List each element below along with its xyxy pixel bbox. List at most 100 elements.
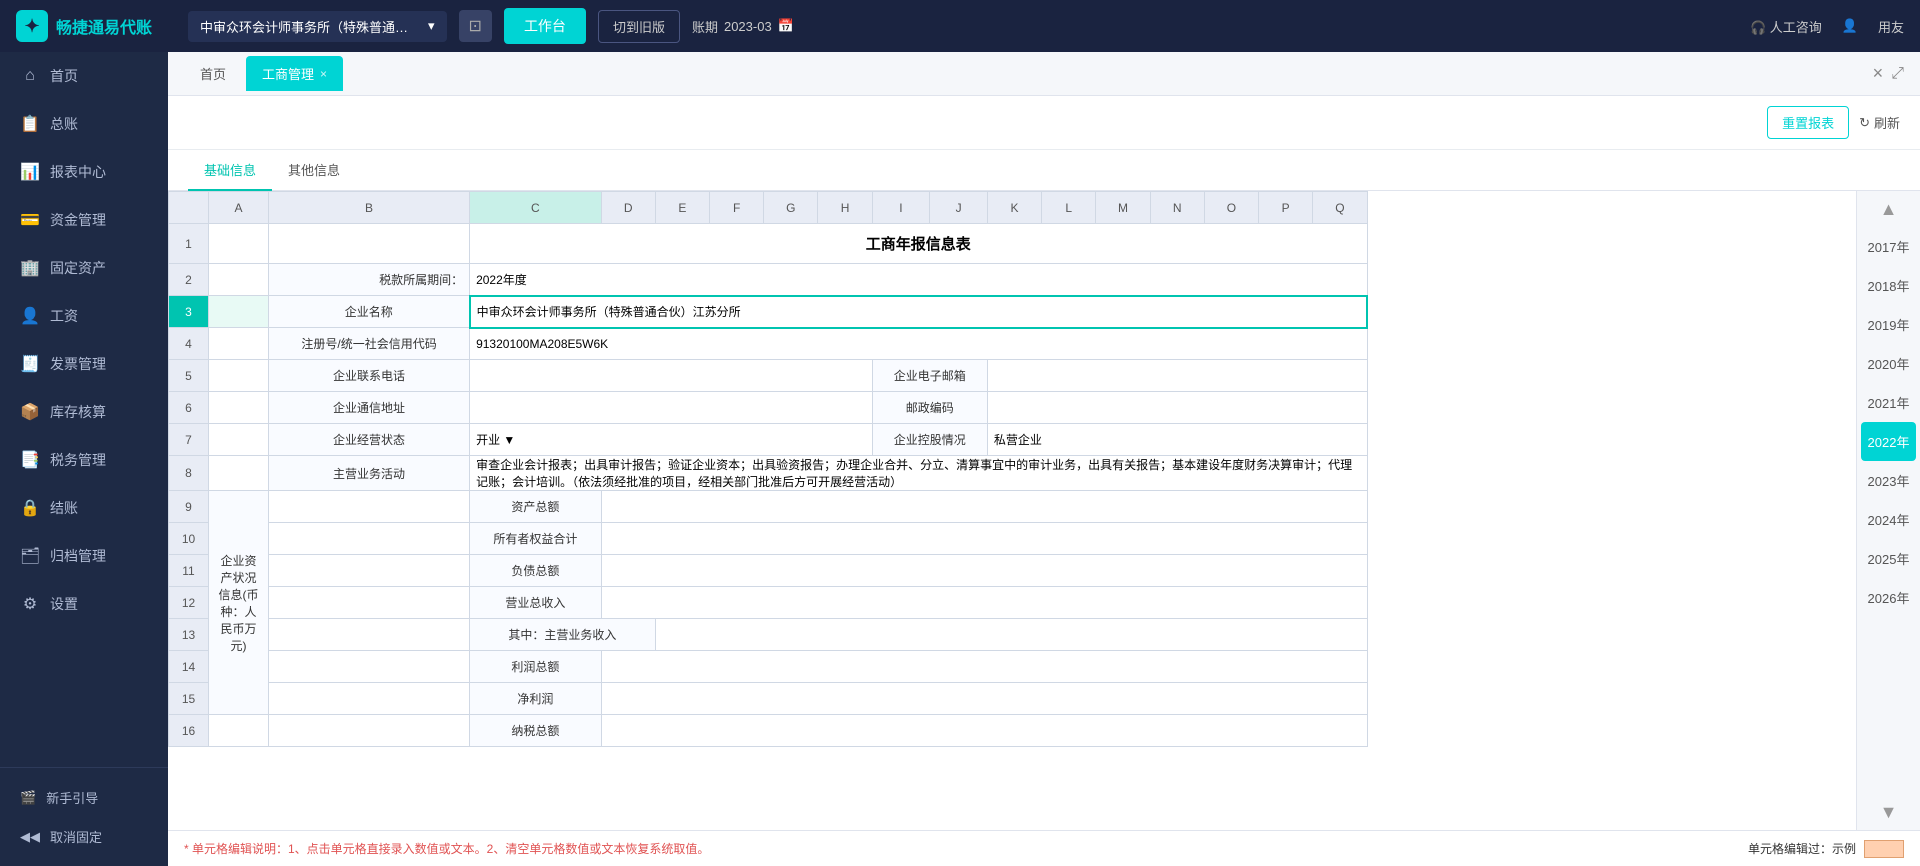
col-header-k[interactable]: K	[987, 192, 1041, 224]
sidebar-item-inventory[interactable]: 📦 库存核算	[0, 388, 168, 436]
year-item-2024[interactable]: 2024年	[1857, 500, 1920, 539]
col-header-b[interactable]: B	[269, 192, 470, 224]
old-version-button[interactable]: 切到旧版	[598, 10, 680, 43]
table-cell[interactable]	[601, 587, 1367, 619]
company-selector[interactable]: 中审众环会计师事务所（特殊普通合伙... ▾	[188, 11, 447, 42]
table-cell[interactable]	[269, 523, 470, 555]
table-cell[interactable]: 主营业务活动	[269, 456, 470, 491]
refresh-button[interactable]: ↻ 刷新	[1859, 113, 1900, 132]
table-cell[interactable]	[209, 715, 269, 747]
sidebar-item-unpin[interactable]: ◀◀ 取消固定	[0, 817, 168, 856]
year-down-button[interactable]: ▼	[1857, 794, 1920, 830]
col-header-c[interactable]: C	[470, 192, 602, 224]
col-header-a[interactable]: A	[209, 192, 269, 224]
table-cell[interactable]: 利润总额	[470, 651, 602, 683]
year-item-2018[interactable]: 2018年	[1857, 266, 1920, 305]
year-up-button[interactable]: ▲	[1857, 191, 1920, 227]
sidebar-item-tax[interactable]: 📑 税务管理	[0, 436, 168, 484]
table-cell[interactable]: 邮政编码	[872, 392, 987, 424]
table-cell[interactable]	[601, 715, 1367, 747]
table-cell[interactable]: 所有者权益合计	[470, 523, 602, 555]
table-cell[interactable]	[470, 392, 873, 424]
table-cell[interactable]: 企业经营状态	[269, 424, 470, 456]
sidebar-item-newbie[interactable]: 🎬 新手引导	[0, 778, 168, 817]
table-cell[interactable]	[601, 651, 1367, 683]
table-cell[interactable]	[209, 296, 269, 328]
table-cell[interactable]	[209, 360, 269, 392]
year-item-2019[interactable]: 2019年	[1857, 305, 1920, 344]
table-cell[interactable]	[269, 555, 470, 587]
table-cell[interactable]	[209, 328, 269, 360]
year-item-2022[interactable]: 2022年	[1861, 422, 1916, 461]
table-cell[interactable]	[269, 491, 470, 523]
year-item-2023[interactable]: 2023年	[1857, 461, 1920, 500]
table-cell[interactable]: 其中：主营业务收入	[470, 619, 656, 651]
table-cell[interactable]	[269, 683, 470, 715]
col-header-n[interactable]: N	[1150, 192, 1204, 224]
year-item-2026[interactable]: 2026年	[1857, 578, 1920, 617]
year-item-2020[interactable]: 2020年	[1857, 344, 1920, 383]
col-header-m[interactable]: M	[1096, 192, 1150, 224]
table-cell[interactable]	[269, 587, 470, 619]
reset-report-button[interactable]: 重置报表	[1767, 106, 1849, 139]
table-cell[interactable]	[209, 456, 269, 491]
table-cell[interactable]	[209, 424, 269, 456]
window-maximize-button[interactable]: ⤢	[1891, 65, 1904, 83]
table-cell[interactable]: 2022年度	[470, 264, 1367, 296]
calendar-icon[interactable]: 📅	[778, 18, 794, 34]
col-header-o[interactable]: O	[1204, 192, 1258, 224]
table-cell[interactable]: 企业电子邮箱	[872, 360, 987, 392]
table-cell[interactable]	[209, 264, 269, 296]
table-cell[interactable]: 审查企业会计报表；出具审计报告；验证企业资本；出具验资报告；办理企业合并、分立、…	[470, 456, 1367, 491]
table-cell[interactable]	[470, 360, 873, 392]
table-cell[interactable]	[601, 491, 1367, 523]
sidebar-item-fund[interactable]: 💳 资金管理	[0, 196, 168, 244]
table-cell[interactable]: 资产总额	[470, 491, 602, 523]
sub-tab-basic[interactable]: 基础信息	[188, 150, 272, 191]
col-header-i[interactable]: I	[872, 192, 930, 224]
col-header-l[interactable]: L	[1042, 192, 1096, 224]
table-cell[interactable]: 净利润	[470, 683, 602, 715]
year-item-2017[interactable]: 2017年	[1857, 227, 1920, 266]
table-cell[interactable]: 注册号/统一社会信用代码	[269, 328, 470, 360]
table-cell[interactable]: 企业名称	[269, 296, 470, 328]
sidebar-item-home[interactable]: ⌂ 首页	[0, 52, 168, 100]
window-close-button[interactable]: ×	[1873, 63, 1884, 84]
table-cell[interactable]: 税款所属期间：	[269, 264, 470, 296]
sidebar-item-report[interactable]: 📊 报表中心	[0, 148, 168, 196]
col-header-p[interactable]: P	[1259, 192, 1313, 224]
table-cell[interactable]	[601, 555, 1367, 587]
sidebar-item-ledger[interactable]: 📋 总账	[0, 100, 168, 148]
col-header-f[interactable]: F	[710, 192, 764, 224]
sidebar-item-archive[interactable]: 🗂 归档管理	[0, 532, 168, 580]
table-cell[interactable]: 私营企业	[987, 424, 1367, 456]
table-cell[interactable]	[655, 619, 1367, 651]
table-cell[interactable]	[209, 224, 269, 264]
table-cell[interactable]: 企业控股情况	[872, 424, 987, 456]
table-cell[interactable]: 负债总额	[470, 555, 602, 587]
sidebar-item-asset[interactable]: 🏢 固定资产	[0, 244, 168, 292]
year-item-2021[interactable]: 2021年	[1857, 383, 1920, 422]
col-header-j[interactable]: J	[930, 192, 988, 224]
col-header-g[interactable]: G	[764, 192, 818, 224]
copy-button[interactable]: ⊡	[459, 10, 492, 42]
tab-home[interactable]: 首页	[184, 56, 242, 91]
service-link[interactable]: 🎧 人工咨询	[1750, 17, 1822, 36]
user-label[interactable]: 用友	[1878, 17, 1904, 36]
table-cell[interactable]: 营业总收入	[470, 587, 602, 619]
spreadsheet-main[interactable]: A B C D E F G H I J K L M	[168, 191, 1856, 830]
table-cell[interactable]	[269, 224, 470, 264]
table-cell[interactable]: 开业 ▼	[470, 424, 873, 456]
table-cell[interactable]	[987, 392, 1367, 424]
tab-close-icon[interactable]: ×	[320, 67, 327, 81]
table-cell[interactable]: 企业通信地址	[269, 392, 470, 424]
table-cell[interactable]	[601, 683, 1367, 715]
tab-industry[interactable]: 工商管理 ×	[246, 56, 343, 91]
table-cell[interactable]	[269, 651, 470, 683]
table-cell[interactable]: 91320100MA208E5W6K	[470, 328, 1367, 360]
col-header-e[interactable]: E	[655, 192, 709, 224]
table-cell[interactable]: 纳税总额	[470, 715, 602, 747]
table-cell[interactable]: 企业联系电话	[269, 360, 470, 392]
table-cell[interactable]	[269, 619, 470, 651]
table-cell-company-name[interactable]: 中审众环会计师事务所（特殊普通合伙）江苏分所	[470, 296, 1367, 328]
